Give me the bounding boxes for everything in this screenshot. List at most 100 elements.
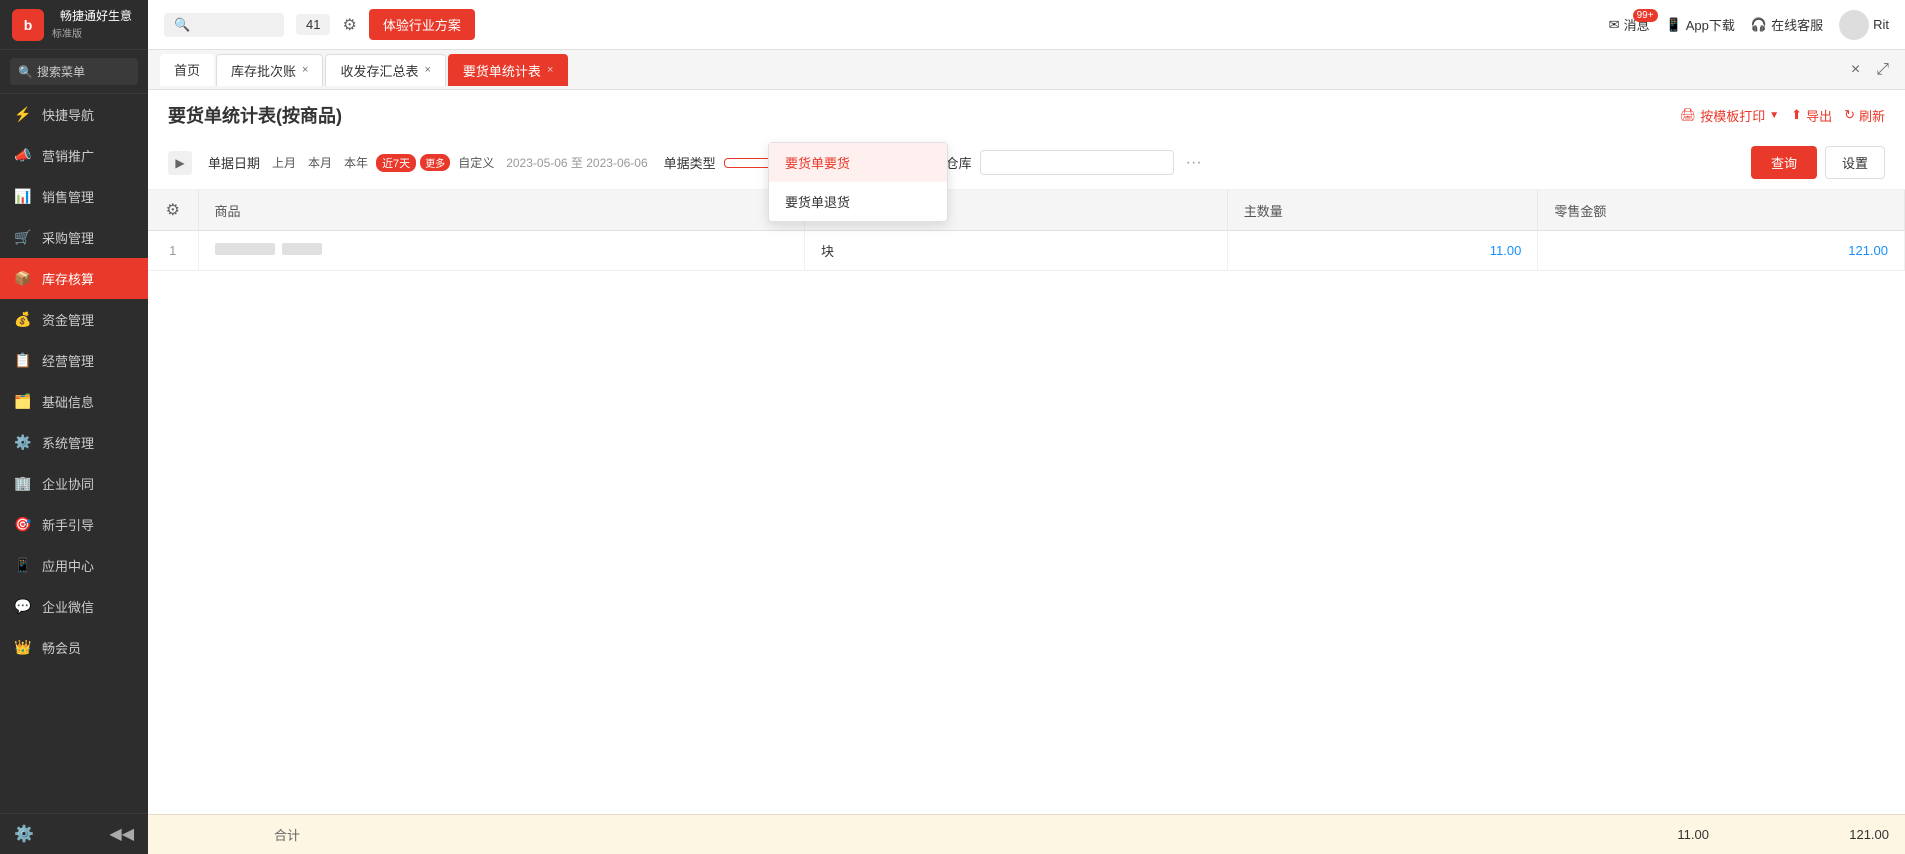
sidebar-item-label: 营销推广	[42, 146, 94, 165]
row-index: 1	[148, 231, 198, 271]
tab-close-icon[interactable]: ×	[302, 65, 308, 76]
type-dropdown: 要货单要货 要货单退货	[768, 142, 948, 222]
enterprise-icon: 🏢	[14, 475, 32, 493]
sidebar-item-label: 企业微信	[42, 597, 94, 616]
amount-column-header: 零售金额	[1538, 190, 1905, 231]
topbar: 🔍 41 ⚙ 体验行业方案 ✉ 消息 99+ 📱 App下载 🎧 在线客服	[148, 0, 1905, 50]
query-button[interactable]: 查询	[1751, 146, 1817, 179]
tab-close-icon[interactable]: ×	[547, 65, 553, 76]
basic-icon: 🗂️	[14, 393, 32, 411]
sidebar-item-guide[interactable]: 🎯 新手引导	[0, 504, 148, 545]
search-menu-button[interactable]: 🔍 搜索菜单	[10, 58, 138, 85]
row-quantity[interactable]: 11.00	[1227, 231, 1538, 271]
more-filters-btn[interactable]: ···	[1186, 154, 1202, 172]
sidebar-item-finance[interactable]: 💰 资金管理	[0, 299, 148, 340]
sidebar-item-sales[interactable]: 📊 销售管理	[0, 176, 148, 217]
date-filter-group: 单据日期 上月 本月 本年 近7天 更多 自定义 2023-05-06 至 20…	[208, 152, 648, 173]
user-name: Rit	[1873, 17, 1889, 32]
table-area: ⚙ 商品 主计量单位 主数量 零售金额 1 块 11.00	[148, 190, 1905, 814]
date-range-text: 2023-05-06 至 2023-06-06	[506, 154, 647, 171]
warehouse-filter-group: 要货仓库 ···	[920, 150, 1202, 175]
wechat-icon: 💬	[14, 598, 32, 616]
sidebar-search-area[interactable]: 🔍 搜索菜单	[0, 50, 148, 94]
table-footer: 合计 11.00 121.00	[148, 814, 1905, 854]
row-amount[interactable]: 121.00	[1538, 231, 1905, 271]
main-content: 🔍 41 ⚙ 体验行业方案 ✉ 消息 99+ 📱 App下载 🎧 在线客服	[148, 0, 1905, 854]
page-header: 要货单统计表(按商品) 🖨 按模板打印 ▼ ⬆ 导出 ↻ 刷新	[148, 90, 1905, 136]
settings-column-header[interactable]: ⚙	[148, 190, 198, 231]
this-year-btn[interactable]: 本年	[340, 152, 372, 173]
sidebar-item-shortcut[interactable]: ⚡ 快捷导航	[0, 94, 148, 135]
sidebar-item-label: 企业协同	[42, 474, 94, 493]
sidebar-item-wechat[interactable]: 💬 企业微信	[0, 586, 148, 627]
sidebar-item-label: 经营管理	[42, 351, 94, 370]
refresh-button[interactable]: ↻ 刷新	[1844, 106, 1885, 125]
sidebar-item-vip[interactable]: 👑 畅会员	[0, 627, 148, 668]
last-month-btn[interactable]: 上月	[268, 152, 300, 173]
headset-icon: 🎧	[1751, 17, 1767, 33]
setting-button[interactable]: 设置	[1825, 146, 1885, 179]
this-month-btn[interactable]: 本月	[304, 152, 336, 173]
sidebar-item-app-center[interactable]: 📱 应用中心	[0, 545, 148, 586]
refresh-icon: ↻	[1844, 107, 1855, 123]
close-all-button[interactable]: ×	[1847, 59, 1864, 81]
more-date-badge[interactable]: 更多	[420, 154, 450, 171]
topbar-search-input[interactable]	[196, 18, 256, 32]
finance-icon: 💰	[14, 311, 32, 329]
trial-button[interactable]: 体验行业方案	[369, 9, 475, 40]
topbar-right: ✉ 消息 99+ 📱 App下载 🎧 在线客服 Rit	[1609, 10, 1889, 40]
sales-icon: 📊	[14, 188, 32, 206]
row-goods	[198, 231, 805, 271]
sidebar-header: b 畅捷通好生意 标准版	[0, 0, 148, 50]
settings-footer-icon[interactable]: ⚙️	[14, 824, 34, 844]
tab-home[interactable]: 首页	[160, 54, 214, 86]
settings-icon[interactable]: ⚙	[164, 200, 182, 220]
export-button[interactable]: ⬆ 导出	[1791, 106, 1832, 125]
tab-order-stats[interactable]: 要货单统计表 ×	[448, 54, 568, 86]
online-service-item[interactable]: 🎧 在线客服	[1751, 15, 1823, 34]
filter-expand-button[interactable]: ▶	[168, 151, 192, 175]
last-7-days-btn[interactable]: 近7天	[376, 154, 416, 172]
topbar-settings-icon[interactable]: ⚙	[342, 15, 356, 35]
sidebar-item-inventory[interactable]: 📦 库存核算	[0, 258, 148, 299]
message-icon: ✉	[1609, 17, 1620, 33]
sidebar-item-enterprise[interactable]: 🏢 企业协同	[0, 463, 148, 504]
tab-receive-summary[interactable]: 收发存汇总表 ×	[325, 54, 445, 86]
export-icon: ⬆	[1791, 107, 1802, 123]
sidebar-item-system[interactable]: ⚙️ 系统管理	[0, 422, 148, 463]
sidebar-item-label: 新手引导	[42, 515, 94, 534]
topbar-search[interactable]: 🔍	[164, 13, 284, 37]
dropdown-item-order-return[interactable]: 要货单退货	[769, 182, 947, 221]
search-icon: 🔍	[174, 17, 190, 33]
date-shortcuts: 上月 本月 本年 近7天 更多 自定义	[268, 152, 498, 173]
operations-icon: 📋	[14, 352, 32, 370]
sidebar-footer: ⚙️ ◀◀	[0, 813, 148, 854]
expand-window-button[interactable]: ⤢	[1872, 59, 1893, 81]
print-button[interactable]: 🖨 按模板打印 ▼	[1680, 106, 1779, 125]
footer-label: 合计	[274, 825, 300, 844]
sidebar-item-label: 应用中心	[42, 556, 94, 575]
message-item[interactable]: ✉ 消息 99+	[1609, 15, 1650, 34]
tabs-bar: 首页 库存批次账 × 收发存汇总表 × 要货单统计表 × × ⤢	[148, 50, 1905, 90]
sidebar: b 畅捷通好生意 标准版 🔍 搜索菜单 ⚡ 快捷导航 📣 营销推广 📊 销售管理…	[0, 0, 148, 854]
table-row: 1 块 11.00 121.00	[148, 231, 1905, 271]
dropdown-item-order-single[interactable]: 要货单要货	[769, 143, 947, 182]
warehouse-input[interactable]	[980, 150, 1174, 175]
sidebar-item-marketing[interactable]: 📣 营销推广	[0, 135, 148, 176]
footer-quantity: 11.00	[1589, 827, 1709, 842]
data-table: ⚙ 商品 主计量单位 主数量 零售金额 1 块 11.00	[148, 190, 1905, 271]
vip-icon: 👑	[14, 639, 32, 657]
page-title: 要货单统计表(按商品)	[168, 102, 342, 128]
sidebar-item-basic[interactable]: 🗂️ 基础信息	[0, 381, 148, 422]
app-center-icon: 📱	[14, 557, 32, 575]
collapse-icon[interactable]: ◀◀	[109, 824, 134, 844]
app-download-item[interactable]: 📱 App下载	[1666, 15, 1735, 34]
app-logo: b	[12, 9, 44, 41]
sidebar-item-operations[interactable]: 📋 经营管理	[0, 340, 148, 381]
app-title: 畅捷通好生意	[60, 9, 132, 25]
custom-date-btn[interactable]: 自定义	[454, 152, 498, 173]
tab-close-icon[interactable]: ×	[424, 65, 430, 76]
tab-inventory-batch[interactable]: 库存批次账 ×	[216, 54, 323, 86]
sidebar-item-purchase[interactable]: 🛒 采购管理	[0, 217, 148, 258]
user-avatar[interactable]: Rit	[1839, 10, 1889, 40]
